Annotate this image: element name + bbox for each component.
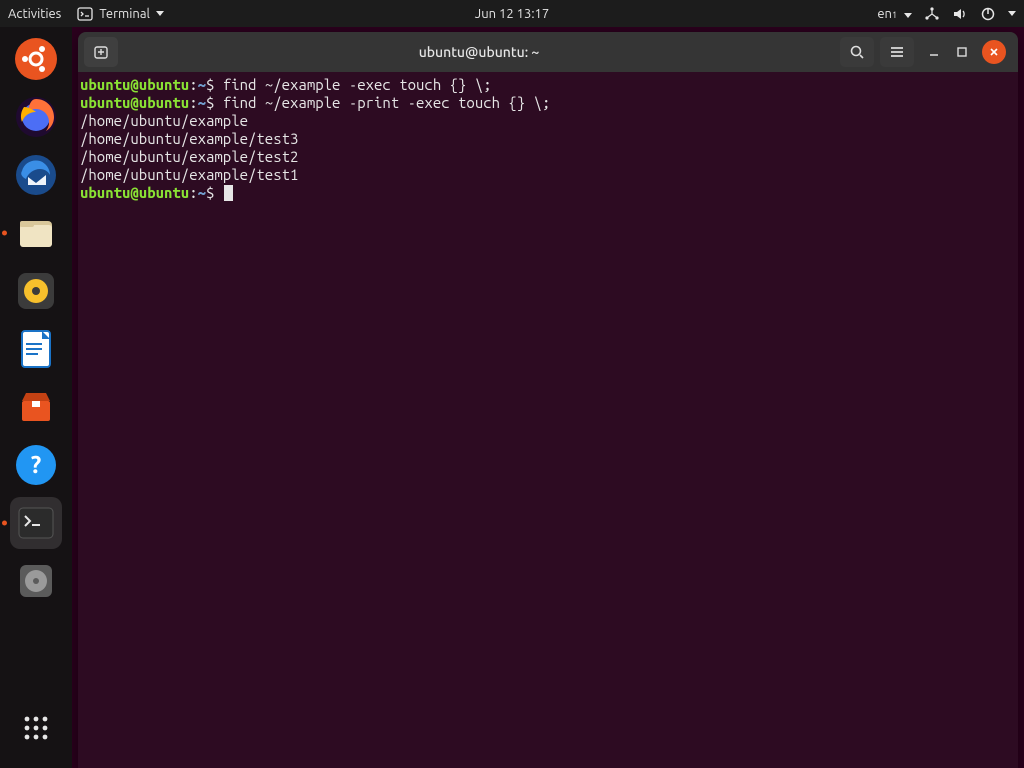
app-menu[interactable]: Terminal: [77, 6, 164, 22]
close-button[interactable]: [982, 40, 1006, 64]
maximize-icon: [956, 46, 968, 58]
activities-button[interactable]: Activities: [8, 7, 61, 21]
dock-rhythmbox[interactable]: [10, 265, 62, 317]
power-icon[interactable]: [980, 6, 996, 22]
system-menu-chevron-icon[interactable]: [1008, 11, 1016, 16]
dock-terminal[interactable]: [10, 497, 62, 549]
hamburger-menu-button[interactable]: [880, 37, 914, 67]
volume-icon[interactable]: [952, 6, 968, 22]
input-source-indicator[interactable]: en1: [877, 7, 912, 21]
dock-ubuntu[interactable]: [10, 33, 62, 85]
chevron-down-icon: [156, 11, 164, 16]
dock-software[interactable]: [10, 381, 62, 433]
minimize-button[interactable]: [926, 44, 942, 60]
gnome-top-bar: Activities Terminal Jun 12 13:17 en1: [0, 0, 1024, 27]
terminal-body[interactable]: ubuntu@ubuntu:~$ find ~/example -exec to…: [78, 72, 1018, 768]
dock-help[interactable]: ?: [10, 439, 62, 491]
search-icon: [849, 44, 865, 60]
network-icon[interactable]: [924, 6, 940, 22]
terminal-icon: [77, 6, 93, 22]
dock-libreoffice-writer[interactable]: [10, 323, 62, 375]
dock: ?: [0, 27, 72, 768]
new-tab-icon: [92, 43, 110, 61]
titlebar[interactable]: ubuntu@ubuntu: ~: [78, 32, 1018, 72]
hamburger-icon: [889, 44, 905, 60]
dock-disks[interactable]: [10, 555, 62, 607]
search-button[interactable]: [840, 37, 874, 67]
maximize-button[interactable]: [954, 44, 970, 60]
clock[interactable]: Jun 12 13:17: [475, 7, 549, 21]
close-icon: [988, 46, 1000, 58]
minimize-icon: [928, 46, 940, 58]
window-title: ubuntu@ubuntu: ~: [124, 44, 834, 60]
terminal-window: ubuntu@ubuntu: ~ ubuntu@ubuntu:~$ find ~…: [78, 32, 1018, 768]
show-applications-button[interactable]: [10, 702, 62, 754]
dock-thunderbird[interactable]: [10, 149, 62, 201]
app-menu-label: Terminal: [99, 7, 150, 21]
new-tab-button[interactable]: [84, 37, 118, 67]
dock-files[interactable]: [10, 207, 62, 259]
svg-text:?: ?: [31, 451, 42, 478]
dock-firefox[interactable]: [10, 91, 62, 143]
chevron-down-icon: [904, 13, 912, 18]
